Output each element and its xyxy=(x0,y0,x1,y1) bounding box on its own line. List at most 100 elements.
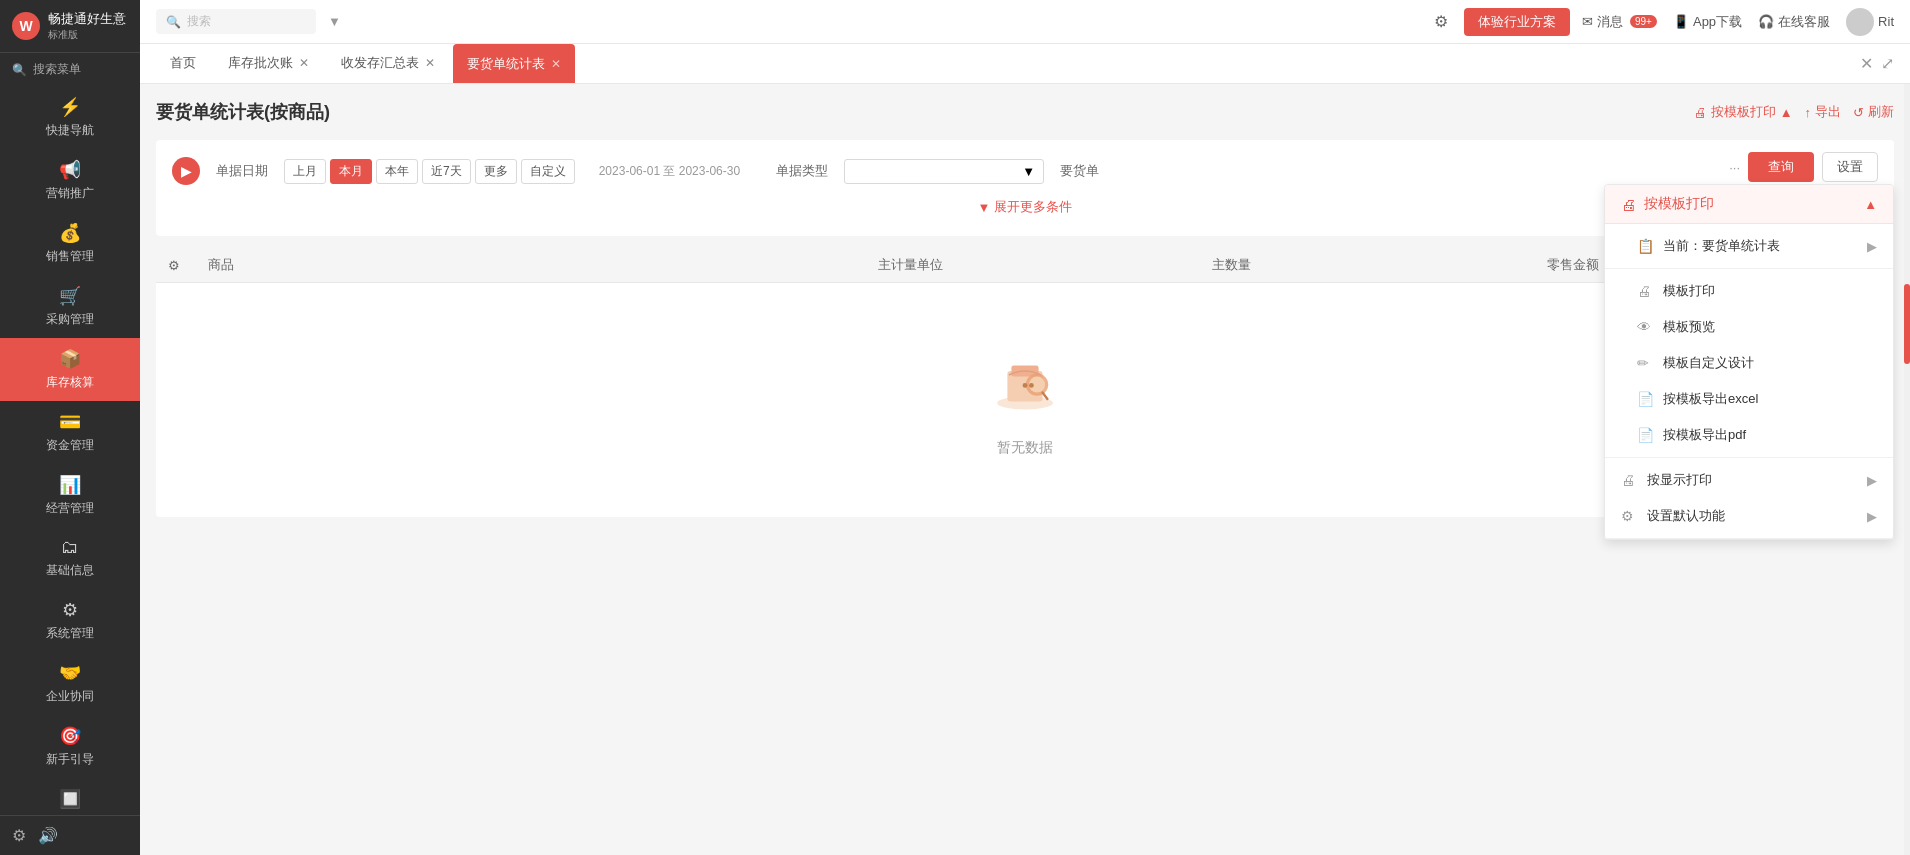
message-icon: ✉ xyxy=(1582,14,1593,29)
tab-inventory-batch[interactable]: 库存批次账 ✕ xyxy=(214,44,323,83)
svg-line-5 xyxy=(1043,393,1048,399)
dropdown-item-template-print[interactable]: 🖨 模板打印 xyxy=(1605,273,1893,309)
current-template-arrow: ▶ xyxy=(1867,239,1877,254)
goods-label: 要货单 xyxy=(1060,162,1099,180)
bottom-audio-icon[interactable]: 🔊 xyxy=(38,826,58,845)
scrollbar-thumb[interactable] xyxy=(1904,284,1910,364)
sidebar-search[interactable]: 🔍 搜索菜单 xyxy=(0,53,140,86)
print-template-label: 按模板打印 xyxy=(1711,103,1776,121)
messages-label: 消息 xyxy=(1597,13,1623,31)
sidebar-item-quick-nav[interactable]: ⚡ 快捷导航 xyxy=(0,86,140,149)
dropdown-item-export-pdf[interactable]: 📄 按模板导出pdf xyxy=(1605,417,1893,453)
date-label: 单据日期 xyxy=(216,162,268,180)
bottom-settings-icon[interactable]: ⚙ xyxy=(12,826,26,845)
sidebar-item-label-quick-nav: 快捷导航 xyxy=(46,122,94,139)
date-btn-custom[interactable]: 自定义 xyxy=(521,159,575,184)
sidebar-item-finance[interactable]: 💳 资金管理 xyxy=(0,401,140,464)
date-btn-this-year[interactable]: 本年 xyxy=(376,159,418,184)
tab-expand-icon[interactable]: ⤢ xyxy=(1881,54,1894,73)
default-func-arrow: ▶ xyxy=(1867,509,1877,524)
date-btn-last-month[interactable]: 上月 xyxy=(284,159,326,184)
scrollbar-track[interactable] xyxy=(1904,84,1910,855)
tab-close-collect-summary[interactable]: ✕ xyxy=(425,56,435,70)
dropdown-item-export-excel[interactable]: 📄 按模板导出excel xyxy=(1605,381,1893,417)
display-print-icon: 🖨 xyxy=(1621,472,1637,488)
filter-toggle-btn[interactable]: ▶ xyxy=(172,157,200,185)
refresh-btn[interactable]: ↺ 刷新 xyxy=(1853,103,1894,121)
tab-close-order-stats[interactable]: ✕ xyxy=(551,57,561,71)
expand-label: 展开更多条件 xyxy=(994,198,1072,216)
sidebar-item-operations[interactable]: 📊 经营管理 xyxy=(0,464,140,527)
col-header-unit: 主计量单位 xyxy=(878,256,1213,274)
dropdown-item-template-design[interactable]: ✏ 模板自定义设计 xyxy=(1605,345,1893,381)
dropdown-item-template-preview[interactable]: 👁 模板预览 xyxy=(1605,309,1893,345)
tab-order-stats[interactable]: 要货单统计表 ✕ xyxy=(453,44,575,83)
topbar-gear-icon[interactable]: ⚙ xyxy=(1434,12,1448,31)
print-dropdown-panel: 🖨 按模板打印 ▲ 📋 当前：要货单统计表 ▶ 🖨 模板打印 👁 模板预览 xyxy=(1604,184,1894,540)
user-item[interactable]: Rit xyxy=(1846,8,1894,36)
topbar-dropdown-icon[interactable]: ▼ xyxy=(328,14,341,29)
refresh-label: 刷新 xyxy=(1868,103,1894,121)
basic-info-icon: 🗂 xyxy=(61,537,79,558)
messages-badge: 99+ xyxy=(1630,15,1657,28)
export-icon: ↑ xyxy=(1805,105,1812,120)
sidebar-bottom: ⚙ 🔊 xyxy=(0,815,140,855)
display-print-arrow: ▶ xyxy=(1867,473,1877,488)
guide-icon: 🎯 xyxy=(59,725,81,747)
sidebar-item-marketing[interactable]: 📢 营销推广 xyxy=(0,149,140,212)
tab-collect-summary[interactable]: 收发存汇总表 ✕ xyxy=(327,44,449,83)
print-dropdown-header[interactable]: 🖨 按模板打印 ▲ xyxy=(1605,185,1893,224)
default-func-label: 设置默认功能 xyxy=(1647,507,1725,525)
tab-close-all-icon[interactable]: ✕ xyxy=(1860,54,1873,73)
current-template-label: 当前：要货单统计表 xyxy=(1663,237,1780,255)
topbar-search[interactable]: 🔍 搜索 xyxy=(156,9,316,34)
empty-text: 暂无数据 xyxy=(997,439,1053,457)
export-btn[interactable]: ↑ 导出 xyxy=(1805,103,1842,121)
trial-btn[interactable]: 体验行业方案 xyxy=(1464,8,1570,36)
sidebar-item-purchase[interactable]: 🛒 采购管理 xyxy=(0,275,140,338)
type-select[interactable]: ▼ xyxy=(844,159,1044,184)
date-btn-more[interactable]: 更多 xyxy=(475,159,517,184)
sidebar-item-collab[interactable]: 🤝 企业协同 xyxy=(0,652,140,715)
sidebar-item-basic-info[interactable]: 🗂 基础信息 xyxy=(0,527,140,589)
more-options-icon[interactable]: ··· xyxy=(1729,160,1740,175)
tab-close-inventory-batch[interactable]: ✕ xyxy=(299,56,309,70)
current-template-icon: 📋 xyxy=(1637,238,1653,254)
app-download-item[interactable]: 📱 App下载 xyxy=(1673,13,1742,31)
print-template-btn[interactable]: 🖨 按模板打印 ▲ xyxy=(1694,103,1793,121)
phone-icon: 📱 xyxy=(1673,14,1689,29)
col-header-qty: 主数量 xyxy=(1212,256,1547,274)
page-header: 要货单统计表(按商品) 🖨 按模板打印 ▲ ↑ 导出 ↺ 刷新 xyxy=(156,100,1894,124)
print-dropdown-current[interactable]: 📋 当前：要货单统计表 ▶ xyxy=(1605,228,1893,264)
template-design-icon: ✏ xyxy=(1637,355,1653,371)
export-label: 导出 xyxy=(1815,103,1841,121)
online-service-item[interactable]: 🎧 在线客服 xyxy=(1758,13,1830,31)
export-pdf-label: 按模板导出pdf xyxy=(1663,426,1746,444)
type-label: 单据类型 xyxy=(776,162,828,180)
dropdown-default-func[interactable]: ⚙ 设置默认功能 ▶ xyxy=(1605,498,1893,534)
date-btn-this-month[interactable]: 本月 xyxy=(330,159,372,184)
print-dropdown-items-section: 🖨 模板打印 👁 模板预览 ✏ 模板自定义设计 📄 按模板导出excel 📄 xyxy=(1605,269,1893,458)
col-header-settings[interactable]: ⚙ xyxy=(168,258,208,273)
sidebar-item-system[interactable]: ⚙ 系统管理 xyxy=(0,589,140,652)
sidebar-item-label-marketing: 营销推广 xyxy=(46,185,94,202)
date-btn-7days[interactable]: 近7天 xyxy=(422,159,471,184)
settings-btn[interactable]: 设置 xyxy=(1822,152,1878,182)
topbar-actions: ⚙ 体验行业方案 xyxy=(1434,8,1570,36)
app-center-icon: 🔲 xyxy=(59,788,81,810)
printer-icon: 🖨 xyxy=(1694,105,1707,120)
sidebar-item-inventory[interactable]: 📦 库存核算 xyxy=(0,338,140,401)
query-btn[interactable]: 查询 xyxy=(1748,152,1814,182)
page-title: 要货单统计表(按商品) xyxy=(156,100,330,124)
sidebar-item-app-center[interactable]: 🔲 应用中心 xyxy=(0,778,140,815)
messages-item[interactable]: ✉ 消息 99+ xyxy=(1582,13,1657,31)
sidebar-item-sales[interactable]: 💰 销售管理 xyxy=(0,212,140,275)
quick-nav-icon: ⚡ xyxy=(59,96,81,118)
dropdown-display-print[interactable]: 🖨 按显示打印 ▶ xyxy=(1605,462,1893,498)
tab-home[interactable]: 首页 xyxy=(156,44,210,83)
page-content: 要货单统计表(按商品) 🖨 按模板打印 ▲ ↑ 导出 ↺ 刷新 xyxy=(140,84,1910,855)
sidebar-item-guide[interactable]: 🎯 新手引导 xyxy=(0,715,140,778)
sidebar-nav: ⚡ 快捷导航 📢 营销推广 💰 销售管理 🛒 采购管理 📦 库存核算 💳 资金管… xyxy=(0,86,140,815)
sidebar: W 畅捷通好生意 标准版 🔍 搜索菜单 ⚡ 快捷导航 📢 营销推广 💰 销售管理… xyxy=(0,0,140,855)
sidebar-item-label-sales: 销售管理 xyxy=(46,248,94,265)
